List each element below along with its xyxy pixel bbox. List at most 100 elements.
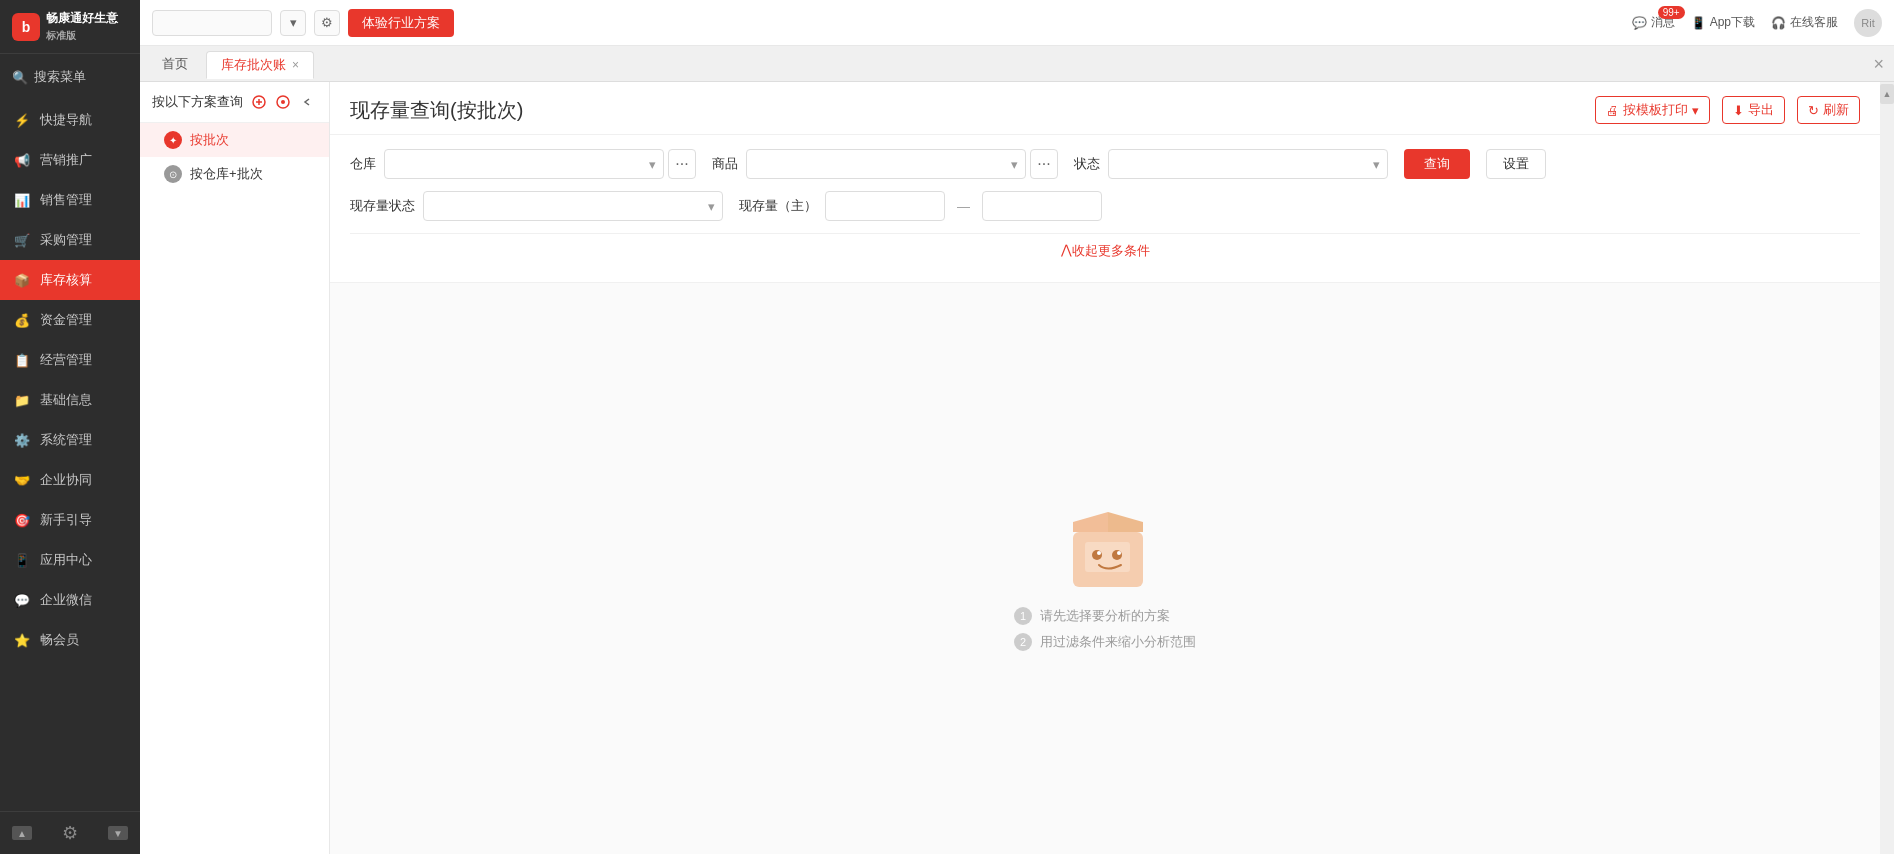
product-filter: 商品 ···	[712, 149, 1058, 179]
page-actions: 🖨 按模板打印 ▾ ⬇ 导出 ↻ 刷新	[1595, 96, 1860, 124]
empty-tip-2: 2 用过滤条件来缩小分析范围	[1014, 633, 1196, 651]
sidebar-item-newbie[interactable]: 🎯 新手引导	[0, 500, 140, 540]
product-select[interactable]	[746, 149, 1026, 179]
sidebar-item-shortcuts[interactable]: ⚡ 快捷导航	[0, 100, 140, 140]
left-panel: 按以下方案查询 ✦ 按批次 ⊙ 按	[140, 82, 330, 854]
scheme-inactive-icon: ⊙	[164, 165, 182, 183]
topbar: ▾ ⚙ 体验行业方案 💬 消息 99+ 📱 App下载 🎧 在线客服 Rit	[140, 0, 1894, 46]
tab-inventory-batch[interactable]: 库存批次账 ×	[206, 51, 314, 79]
sidebar-item-wechat[interactable]: 💬 企业微信	[0, 580, 140, 620]
vip-icon: ⭐	[12, 630, 32, 650]
product-dots-btn[interactable]: ···	[1030, 149, 1058, 179]
empty-tips: 1 请先选择要分析的方案 2 用过滤条件来缩小分析范围	[1014, 607, 1196, 651]
content-area: 按以下方案查询 ✦ 按批次 ⊙ 按	[140, 82, 1894, 854]
scrollbar-thumb[interactable]: ▲	[1880, 84, 1894, 104]
scroll-down-btn[interactable]: ▼	[108, 826, 128, 840]
marketing-icon: 📢	[12, 150, 32, 170]
sidebar-item-basic[interactable]: 📁 基础信息	[0, 380, 140, 420]
industry-btn[interactable]: 体验行业方案	[348, 9, 454, 37]
app-download-btn[interactable]: 📱 App下载	[1691, 14, 1755, 31]
close-all-tabs-btn[interactable]: ×	[1873, 53, 1884, 74]
online-service-btn[interactable]: 🎧 在线客服	[1771, 14, 1838, 31]
tip-num-2: 2	[1014, 633, 1032, 651]
sidebar: b 畅康通好生意 标准版 🔍 搜索菜单 ⚡ 快捷导航 📢 营销推广 📊 销售管理…	[0, 0, 140, 854]
topbar-dropdown-btn[interactable]: ▾	[280, 10, 306, 36]
stock-status-select[interactable]	[423, 191, 723, 221]
warehouse-dots-btn[interactable]: ···	[668, 149, 696, 179]
sidebar-header: b 畅康通好生意 标准版	[0, 0, 140, 54]
apps-icon: 📱	[12, 550, 32, 570]
page-title: 现存量查询(按批次)	[350, 97, 523, 124]
topbar-search-input[interactable]	[152, 10, 272, 36]
svg-point-11	[1097, 551, 1101, 555]
sidebar-item-marketing[interactable]: 📢 营销推广	[0, 140, 140, 180]
shortcuts-icon: ⚡	[12, 110, 32, 130]
basic-icon: 📁	[12, 390, 32, 410]
topbar-left: ▾ ⚙ 体验行业方案	[152, 9, 1624, 37]
wechat-icon: 💬	[12, 590, 32, 610]
stock-qty-min-input[interactable]	[825, 191, 945, 221]
svg-point-9	[1092, 550, 1102, 560]
sidebar-item-inventory[interactable]: 📦 库存核算	[0, 260, 140, 300]
tab-home[interactable]: 首页	[148, 50, 202, 78]
empty-state: 1 请先选择要分析的方案 2 用过滤条件来缩小分析范围	[330, 283, 1880, 854]
sidebar-item-purchase[interactable]: 🛒 采购管理	[0, 220, 140, 260]
empty-illustration	[1055, 487, 1155, 587]
status-filter: 状态	[1074, 149, 1388, 179]
print-dropdown-icon: ▾	[1692, 103, 1699, 118]
messages-btn[interactable]: 💬 消息 99+	[1632, 14, 1675, 31]
user-avatar[interactable]: Rit	[1854, 9, 1882, 37]
collapse-panel-btn[interactable]	[297, 92, 317, 112]
stock-qty-dash: —	[953, 199, 974, 214]
filter-row-2: 现存量状态 现存量（主） —	[350, 191, 1860, 221]
refresh-icon: ↻	[1808, 103, 1819, 118]
filter-row-1: 仓库 ··· 商品	[350, 149, 1860, 179]
sidebar-item-finance[interactable]: 💰 资金管理	[0, 300, 140, 340]
app-logo: b 畅康通好生意 标准版	[12, 10, 128, 43]
sidebar-search[interactable]: 🔍 搜索菜单	[0, 62, 140, 92]
settings-footer-icon[interactable]: ⚙	[62, 822, 78, 844]
scheme-by-warehouse-batch[interactable]: ⊙ 按仓库+批次	[140, 157, 329, 191]
add-scheme-btn[interactable]	[249, 92, 269, 112]
message-icon: 💬	[1632, 16, 1647, 30]
main-content: 现存量查询(按批次) 🖨 按模板打印 ▾ ⬇ 导出 ↻ 刷新	[330, 82, 1880, 854]
sidebar-item-system[interactable]: ⚙️ 系统管理	[0, 420, 140, 460]
svg-point-4	[281, 100, 285, 104]
inventory-icon: 📦	[12, 270, 32, 290]
sidebar-item-operations[interactable]: 📋 经营管理	[0, 340, 140, 380]
topbar-settings-btn[interactable]: ⚙	[314, 10, 340, 36]
left-panel-actions	[249, 92, 317, 112]
stock-qty-max-input[interactable]	[982, 191, 1102, 221]
download-icon: 📱	[1691, 16, 1706, 30]
export-btn[interactable]: ⬇ 导出	[1722, 96, 1785, 124]
export-icon: ⬇	[1733, 103, 1744, 118]
sales-icon: 📊	[12, 190, 32, 210]
empty-tip-1: 1 请先选择要分析的方案	[1014, 607, 1196, 625]
collapse-more-btn[interactable]: ⋀ 收起更多条件	[350, 233, 1860, 268]
sidebar-item-sales[interactable]: 📊 销售管理	[0, 180, 140, 220]
svg-point-10	[1112, 550, 1122, 560]
sidebar-item-apps[interactable]: 📱 应用中心	[0, 540, 140, 580]
status-select[interactable]	[1108, 149, 1388, 179]
sidebar-item-enterprise[interactable]: 🤝 企业协同	[0, 460, 140, 500]
filter-area: 仓库 ··· 商品	[330, 135, 1880, 283]
sidebar-item-vip[interactable]: ⭐ 畅会员	[0, 620, 140, 660]
refresh-btn[interactable]: ↻ 刷新	[1797, 96, 1860, 124]
scheme-active-icon: ✦	[164, 131, 182, 149]
scheme-by-batch[interactable]: ✦ 按批次	[140, 123, 329, 157]
purchase-icon: 🛒	[12, 230, 32, 250]
print-btn[interactable]: 🖨 按模板打印 ▾	[1595, 96, 1710, 124]
sidebar-nav: ⚡ 快捷导航 📢 营销推广 📊 销售管理 🛒 采购管理 📦 库存核算 💰 资金管…	[0, 100, 140, 811]
newbie-icon: 🎯	[12, 510, 32, 530]
logo-icon: b	[12, 13, 40, 41]
warehouse-select[interactable]	[384, 149, 664, 179]
app-edition: 标准版	[46, 29, 118, 43]
finance-icon: 💰	[12, 310, 32, 330]
tab-close-btn[interactable]: ×	[292, 58, 299, 72]
svg-point-12	[1117, 551, 1121, 555]
enterprise-icon: 🤝	[12, 470, 32, 490]
settings-btn2[interactable]: 设置	[1486, 149, 1546, 179]
scroll-up-btn[interactable]: ▲	[12, 826, 32, 840]
query-btn[interactable]: 查询	[1404, 149, 1470, 179]
scheme-settings-btn[interactable]	[273, 92, 293, 112]
